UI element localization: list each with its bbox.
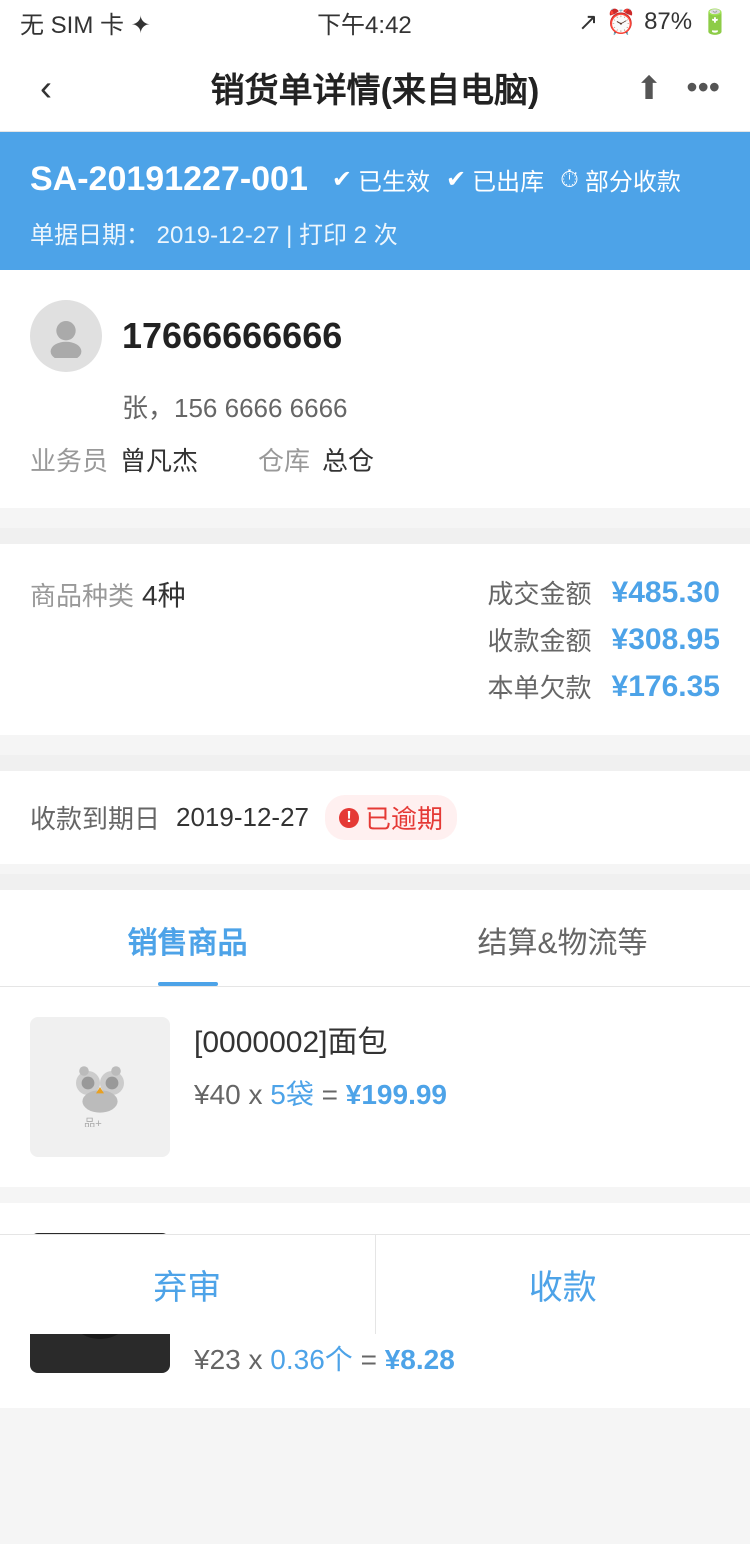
clock-icon: ⏱ <box>560 166 579 194</box>
divider-3 <box>0 874 750 890</box>
page-title: 销货单详情(来自电脑) <box>211 63 540 112</box>
deal-amount-row: 成交金额 ¥485.30 <box>488 574 720 611</box>
owed-amount-row: 本单欠款 ¥176.35 <box>488 668 720 705</box>
product-name-1: [0000002]面包 <box>194 1017 720 1061</box>
multiply-2: x <box>249 1344 271 1375</box>
due-label: 收款到期日 <box>30 799 160 836</box>
overdue-text: 已逾期 <box>365 799 443 836</box>
battery-icon: 🔋 <box>700 8 730 37</box>
tab-bar: 销售商品 结算&物流等 <box>0 890 750 987</box>
product-price-2: ¥23 x 0.36个 = ¥8.28 <box>194 1338 720 1378</box>
battery-status: 87% <box>644 8 692 36</box>
customer-avatar <box>30 300 102 372</box>
product-item: 品+ [0000002]面包 ¥40 x 5袋 = ¥199.99 <box>0 987 750 1187</box>
check-icon-1: ✔ <box>332 165 352 194</box>
sim-status: 无 SIM 卡 ✦ <box>20 5 151 40</box>
order-number: SA-20191227-001 <box>30 160 308 199</box>
price-2: ¥23 <box>194 1344 241 1375</box>
summary-section: 商品种类 4种 成交金额 ¥485.30 收款金额 ¥308.95 本单欠款 ¥… <box>0 544 750 735</box>
deal-amount-label: 成交金额 <box>488 574 592 611</box>
type-value: 4种 <box>142 574 186 614</box>
equals-2: = <box>361 1344 385 1375</box>
salesperson-value: 曾凡杰 <box>120 441 198 478</box>
svg-text:品+: 品+ <box>84 1117 102 1127</box>
location-icon: ↗ <box>578 8 598 37</box>
qty-1: 5袋 <box>270 1079 314 1110</box>
received-amount-value: ¥308.95 <box>612 623 720 657</box>
status-right: ↗ ⏰ 87% 🔋 <box>578 8 730 37</box>
collect-button[interactable]: 收款 <box>376 1235 750 1334</box>
status-effected: ✔ 已生效 <box>332 162 430 197</box>
owed-amount-label: 本单欠款 <box>488 668 592 705</box>
status-time: 下午4:42 <box>317 5 412 40</box>
total-2: ¥8.28 <box>385 1344 455 1375</box>
cancel-review-button[interactable]: 弃审 <box>0 1235 376 1334</box>
qty-2: 0.36个 <box>270 1344 353 1375</box>
product-info-1: [0000002]面包 ¥40 x 5袋 = ¥199.99 <box>194 1017 720 1113</box>
overdue-badge: ! 已逾期 <box>325 795 457 840</box>
salesperson-label: 业务员 <box>30 441 108 478</box>
status-shipped: ✔ 已出库 <box>446 162 544 197</box>
header-banner: SA-20191227-001 ✔ 已生效 ✔ 已出库 ⏱ 部分收款 单据日期：… <box>0 132 750 270</box>
price-1: ¥40 <box>194 1079 241 1110</box>
warehouse-value: 总仓 <box>322 441 374 478</box>
due-section: 收款到期日 2019-12-27 ! 已逾期 <box>0 771 750 864</box>
order-date-info: 单据日期： 2019-12-27 | 打印 2 次 <box>30 215 720 250</box>
overdue-icon: ! <box>339 808 359 828</box>
date-label: 单据日期： <box>30 222 150 249</box>
check-icon-2: ✔ <box>446 165 466 194</box>
back-button[interactable]: ‹ <box>30 57 62 119</box>
due-date-value: 2019-12-27 <box>176 802 309 833</box>
status-left: 无 SIM 卡 ✦ <box>20 5 151 40</box>
total-1: ¥199.99 <box>346 1079 447 1110</box>
divider-2 <box>0 755 750 771</box>
product-image-1: 品+ <box>30 1017 170 1157</box>
order-date: 2019-12-27 <box>157 222 280 249</box>
more-button[interactable]: ••• <box>686 69 720 106</box>
received-amount-label: 收款金额 <box>488 621 592 658</box>
nav-bar: ‹ 销货单详情(来自电脑) ⬆ ••• <box>0 44 750 132</box>
nav-right-actions: ⬆ ••• <box>636 69 720 107</box>
tab-products[interactable]: 销售商品 <box>0 890 375 986</box>
owed-amount-value: ¥176.35 <box>612 670 720 704</box>
status-tags: ✔ 已生效 ✔ 已出库 ⏱ 部分收款 <box>332 162 681 197</box>
tab-settlement[interactable]: 结算&物流等 <box>375 890 750 986</box>
salesperson-info: 业务员 曾凡杰 <box>30 441 198 478</box>
bottom-bar: 弃审 收款 <box>0 1234 750 1334</box>
amount-info: 成交金额 ¥485.30 收款金额 ¥308.95 本单欠款 ¥176.35 <box>488 574 720 705</box>
warehouse-label: 仓库 <box>258 441 310 478</box>
product-price-1: ¥40 x 5袋 = ¥199.99 <box>194 1073 720 1113</box>
received-amount-row: 收款金额 ¥308.95 <box>488 621 720 658</box>
alarm-icon: ⏰ <box>606 8 636 37</box>
status-bar: 无 SIM 卡 ✦ 下午4:42 ↗ ⏰ 87% 🔋 <box>0 0 750 44</box>
customer-section: 17666666666 张，156 6666 6666 业务员 曾凡杰 仓库 总… <box>0 270 750 508</box>
product-type-info: 商品种类 4种 <box>30 574 186 614</box>
type-label: 商品种类 <box>30 576 134 613</box>
product-list: 品+ [0000002]面包 ¥40 x 5袋 = ¥199.99 <box>0 987 750 1408</box>
warehouse-info: 仓库 总仓 <box>258 441 374 478</box>
deal-amount-value: ¥485.30 <box>612 576 720 610</box>
share-button[interactable]: ⬆ <box>636 69 663 107</box>
divider-1 <box>0 528 750 544</box>
multiply-1: x <box>249 1079 271 1110</box>
status-partial-payment: ⏱ 部分收款 <box>560 162 681 197</box>
customer-contact: 张，156 6666 6666 <box>30 388 720 425</box>
equals-1: = <box>322 1079 346 1110</box>
print-info: | 打印 2 次 <box>286 222 398 249</box>
customer-phone: 17666666666 <box>122 315 342 357</box>
